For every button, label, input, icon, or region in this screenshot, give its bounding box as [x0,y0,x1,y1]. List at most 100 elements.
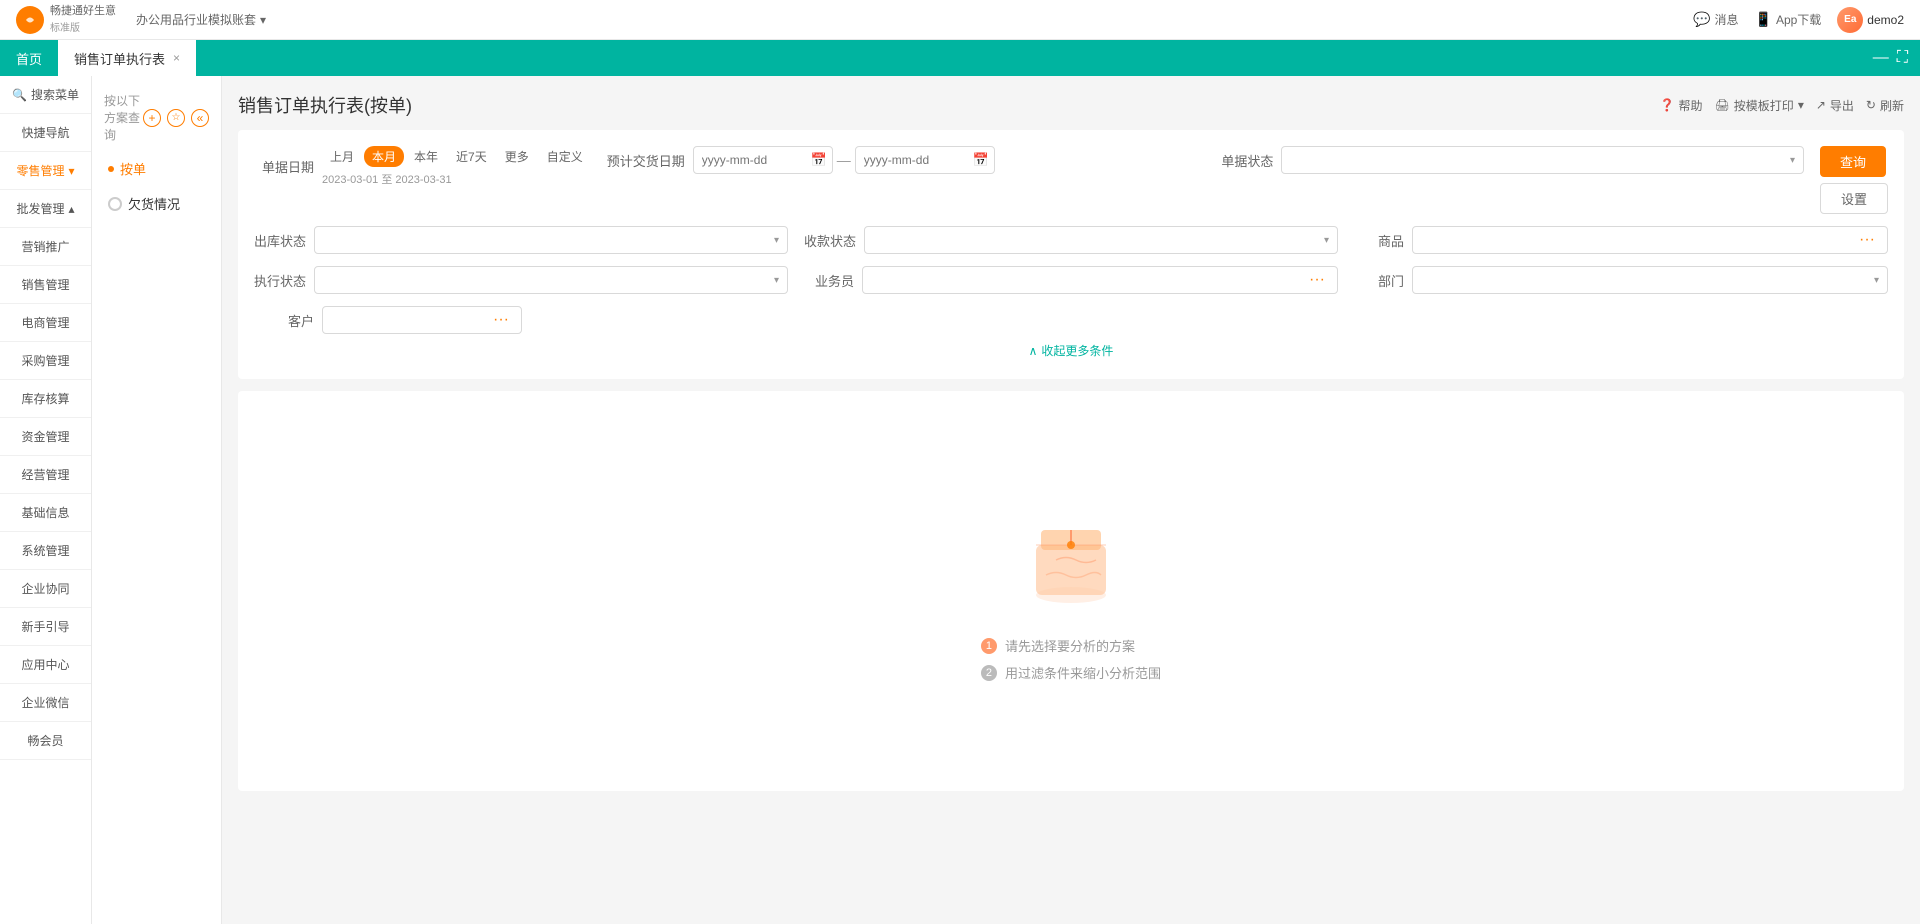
industry-selector[interactable]: 办公用品行业模拟账套 ▾ [136,11,266,28]
page-title: 销售订单执行表(按单) [238,92,412,118]
sidebar-item-wholesale[interactable]: 批发管理 ▴ [0,190,91,228]
main-layout: 🔍 搜索菜单 快捷导航 零售管理 ▾ 批发管理 ▴ 营销推广 销售管理 电商管理… [0,76,1920,924]
help-btn[interactable]: ❓ 帮助 [1660,97,1703,114]
sidebar-item-newbie[interactable]: 新手引导 [0,608,91,646]
header-left: 畅捷通好生意 标准版 办公用品行业模拟账套 ▾ [16,5,266,33]
expected-date-end-wrap: 📅 [855,146,995,174]
header-right: 💬 消息 📱 App下载 Ea demo2 [1693,7,1904,33]
goods-more-icon[interactable]: ··· [1855,231,1879,249]
empty-illustration [1011,500,1131,620]
system-label: 系统管理 [21,544,69,558]
sub-sidebar: 按以下方案查询 + ☆ « 按单 欠货情况 [92,76,222,924]
salesman-more-icon[interactable]: ··· [1305,271,1329,289]
minimize-icon[interactable]: — [1873,49,1889,67]
refresh-icon: ↻ [1866,98,1876,112]
page-title-row: 销售订单执行表(按单) ❓ 帮助 🖨 按模板打印 ▾ ↗ 导出 ↻ 刷新 [238,92,1904,118]
sidebar-item-operation[interactable]: 经营管理 [0,456,91,494]
goods-content: ··· [1412,226,1888,254]
enterprise-label: 企业协同 [21,582,69,596]
delivery-dropdown[interactable]: ▾ [314,226,788,254]
sidebar-item-app-center[interactable]: 应用中心 [0,646,91,684]
top-header: 畅捷通好生意 标准版 办公用品行业模拟账套 ▾ 💬 消息 📱 App下载 Ea … [0,0,1920,40]
delivery-caret-icon: ▾ [774,235,779,246]
date-tab-last-month[interactable]: 上月 [322,146,362,167]
salesman-dropdown[interactable]: ··· [862,266,1338,294]
tab-home[interactable]: 首页 [0,40,58,76]
active-dot-icon [108,166,114,172]
export-btn[interactable]: ↗ 导出 [1816,97,1854,114]
settings-scheme-btn[interactable]: ☆ [167,109,185,127]
help-label: 帮助 [1679,97,1703,114]
content-area: 销售订单执行表(按单) ❓ 帮助 🖨 按模板打印 ▾ ↗ 导出 ↻ 刷新 [222,76,1920,924]
date-label: 单据日期 [254,157,314,176]
sales-label: 销售管理 [21,278,69,292]
exec-dropdown[interactable]: ▾ [314,266,788,294]
sidebar-item-vip[interactable]: 畅会员 [0,722,91,760]
sidebar-item-inventory[interactable]: 库存核算 [0,380,91,418]
search-icon: 🔍 [12,88,27,102]
status-caret-icon: ▾ [1790,155,1795,166]
sidebar-item-ecommerce[interactable]: 电商管理 [0,304,91,342]
newbie-label: 新手引导 [21,620,69,634]
tip-2-num: 2 [981,665,997,681]
help-icon: ❓ [1660,98,1675,112]
sidebar-item-purchase[interactable]: 采购管理 [0,342,91,380]
dept-filter: 部门 ▾ [1354,266,1888,294]
date-tab-this-year[interactable]: 本年 [406,146,446,167]
app-download-btn[interactable]: 📱 App下载 [1755,11,1822,28]
customer-label: 客户 [254,311,314,330]
customer-more-icon[interactable]: ··· [489,311,513,329]
collapse-up-icon: ∧ [1029,344,1038,358]
sidebar-item-system[interactable]: 系统管理 [0,532,91,570]
search-button[interactable]: 查询 [1820,146,1886,177]
sidebar-item-wechat[interactable]: 企业微信 [0,684,91,722]
status-dropdown[interactable]: ▾ [1281,146,1804,174]
sidebar-item-retail[interactable]: 零售管理 ▾ [0,152,91,190]
sidebar-item-marketing[interactable]: 营销推广 [0,228,91,266]
date-range-display: 2023-03-01 至 2023-03-31 [322,171,591,187]
vip-label: 畅会员 [27,734,63,748]
search-label: 搜索菜单 [31,86,79,103]
collapse-scheme-btn[interactable]: « [191,109,209,127]
maximize-icon[interactable]: ⛶ [1897,49,1908,67]
sidebar-search[interactable]: 🔍 搜索菜单 [0,76,91,114]
set-button[interactable]: 设置 [1820,183,1888,214]
print-btn[interactable]: 🖨 按模板打印 ▾ [1715,97,1804,114]
payment-dropdown[interactable]: ▾ [864,226,1338,254]
user-area[interactable]: Ea demo2 [1837,7,1904,33]
payment-filter: 收款状态 ▾ [804,226,1338,254]
ecommerce-label: 电商管理 [21,316,69,330]
dept-dropdown[interactable]: ▾ [1412,266,1888,294]
add-scheme-btn[interactable]: + [143,109,161,127]
date-dash: — [837,152,851,168]
sidebar-item-quick-nav[interactable]: 快捷导航 [0,114,91,152]
goods-dropdown[interactable]: ··· [1412,226,1888,254]
status-label: 单据状态 [1213,151,1273,170]
sidebar-item-enterprise[interactable]: 企业协同 [0,570,91,608]
message-btn[interactable]: 💬 消息 [1693,11,1738,28]
refresh-btn[interactable]: ↻ 刷新 [1866,97,1904,114]
sub-sidebar-item-by-order[interactable]: 按单 [92,151,221,186]
date-tab-this-month[interactable]: 本月 [364,146,404,167]
date-filter-group: 单据日期 上月 本月 本年 近7天 更多 自定义 2023-03-01 至 20… [254,146,591,187]
download-icon: 📱 [1755,11,1772,28]
tab-close-icon[interactable]: × [173,51,180,65]
sidebar-item-finance[interactable]: 资金管理 [0,418,91,456]
customer-dropdown[interactable]: ··· [322,306,522,334]
date-tab-7days[interactable]: 近7天 [448,146,495,167]
nav-tabs-right: — ⛶ [1873,49,1920,67]
sidebar-item-basic[interactable]: 基础信息 [0,494,91,532]
collapse-row[interactable]: ∧ 收起更多条件 [254,338,1888,363]
exec-filter: 执行状态 ▾ [254,266,788,294]
dept-label: 部门 [1354,271,1404,290]
sub-sidebar-item-by-debt[interactable]: 欠货情况 [92,186,221,221]
salesman-filter: 业务员 ··· [804,266,1338,294]
logo-subtitle: 标准版 [50,19,116,34]
filter-card: 单据日期 上月 本月 本年 近7天 更多 自定义 2023-03-01 至 20… [238,130,1904,379]
tab-sales-order[interactable]: 销售订单执行表 × [58,40,196,76]
inventory-label: 库存核算 [21,392,69,406]
delivery-filter: 出库状态 ▾ [254,226,788,254]
date-tab-custom[interactable]: 自定义 [539,146,591,167]
sidebar-item-sales[interactable]: 销售管理 [0,266,91,304]
date-tab-more[interactable]: 更多 [497,146,537,167]
